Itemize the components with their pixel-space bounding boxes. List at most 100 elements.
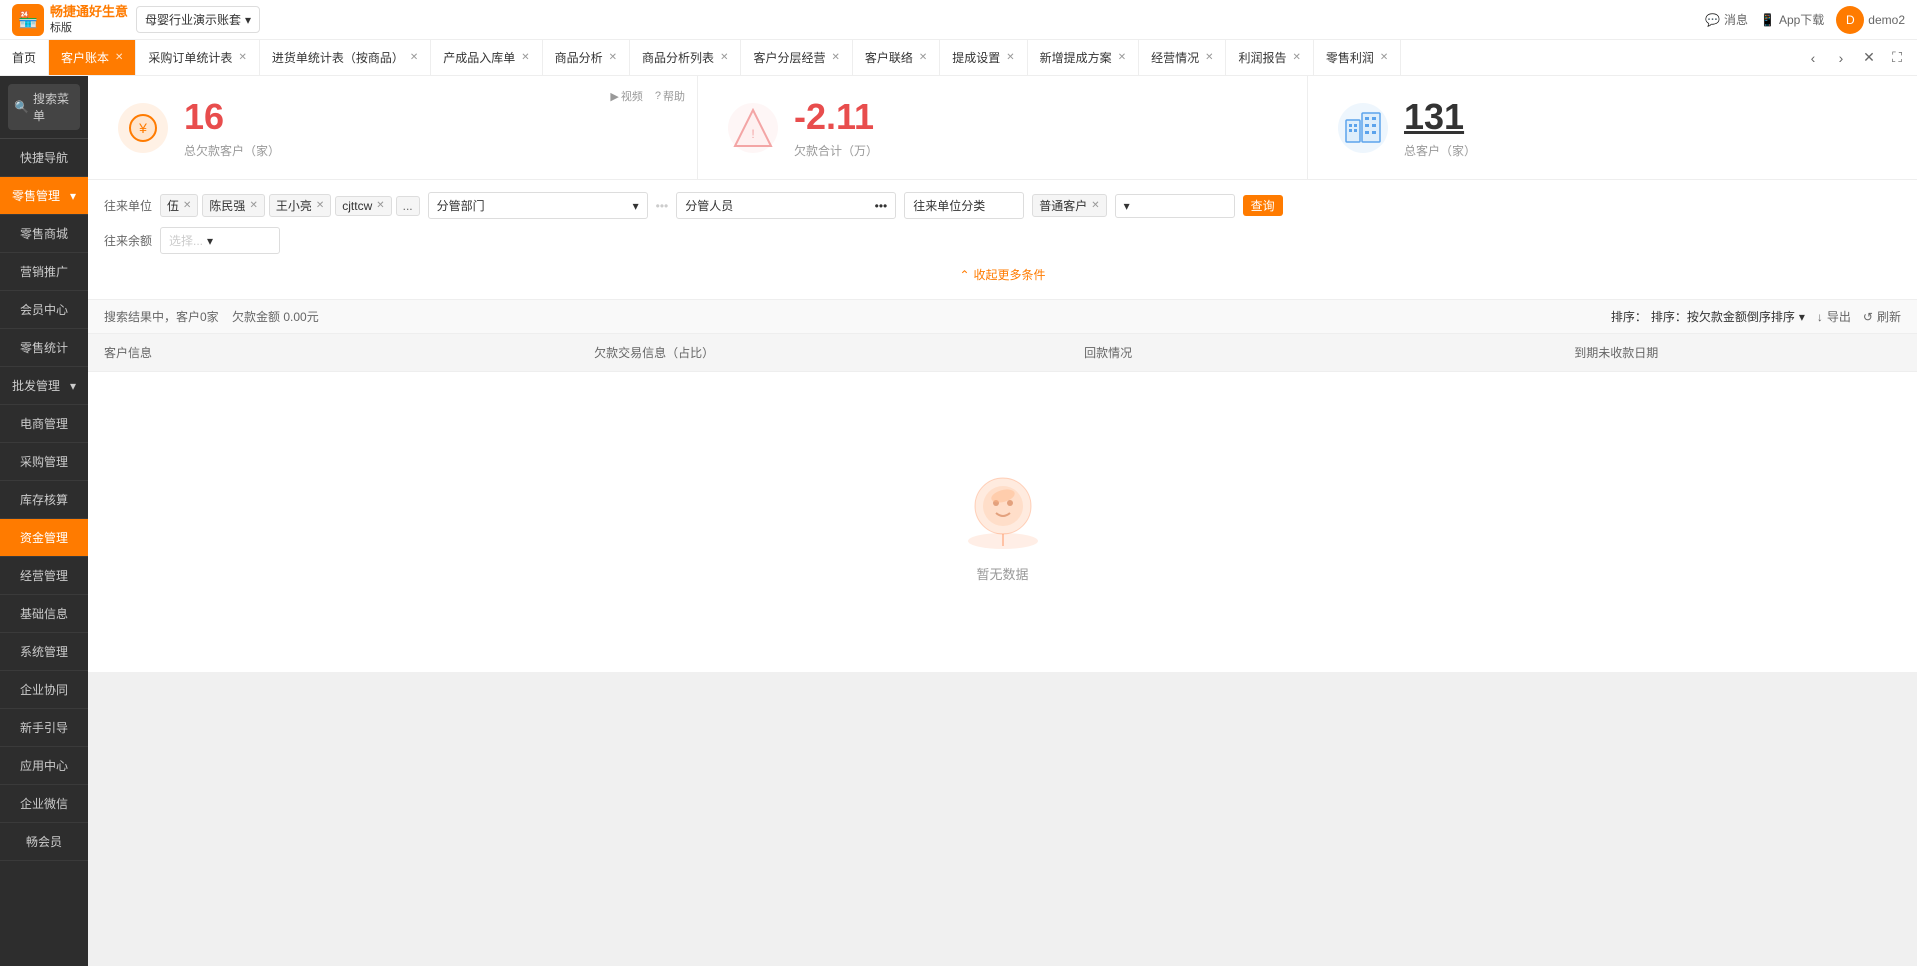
sidebar-item-wechat[interactable]: 企业微信 [0, 785, 88, 823]
result-bar-right: 排序： 排序：按欠款金额倒序排序 ▾ ↓ 导出 ↺ 刷新 [1611, 308, 1901, 325]
stat-text-2: -2.11 欠款合计（万） [794, 96, 878, 159]
search-button[interactable]: 查询 [1243, 195, 1283, 216]
sidebar-item-operations[interactable]: 经营管理 [0, 557, 88, 595]
close-icon[interactable]: ✕ [410, 52, 418, 63]
sidebar-item-retail[interactable]: 零售管理 ▾ [0, 177, 88, 215]
tag-wu-remove[interactable]: ✕ [183, 200, 191, 211]
store-selector[interactable]: 母婴行业演示账套 ▾ [136, 6, 260, 33]
tab-customer-contact[interactable]: 客户联络 ✕ [853, 40, 940, 76]
tag-cjt-remove[interactable]: ✕ [376, 200, 384, 211]
tab-purchase-order[interactable]: 采购订单统计表 ✕ [136, 40, 259, 76]
filter-area: 往来单位 伍 ✕ 陈民强 ✕ 王小亮 ✕ cjttcw [88, 180, 1917, 300]
tag-chen-label: 陈民强 [209, 197, 245, 214]
sidebar-item-wholesale[interactable]: 批发管理 ▾ [0, 367, 88, 405]
close-icon[interactable]: ✕ [831, 52, 839, 63]
sidebar-app-center-label: 应用中心 [20, 759, 68, 773]
sidebar-item-enterprise[interactable]: 企业协同 [0, 671, 88, 709]
sidebar-item-app-center[interactable]: 应用中心 [0, 747, 88, 785]
tab-goods-inbound[interactable]: 进货单统计表（按商品） ✕ [260, 40, 431, 76]
tag-chen-remove[interactable]: ✕ [249, 200, 257, 211]
app-download-btn[interactable]: 📱 App下载 [1760, 11, 1824, 28]
sidebar-retail-label: 零售管理 [12, 187, 60, 204]
stat-links-1: ▶ 视频 ? 帮助 [610, 88, 685, 104]
col-customer-info: 客户信息 [104, 344, 594, 361]
tab-customer-tier[interactable]: 客户分层经营 ✕ [741, 40, 852, 76]
tag-wu-label: 伍 [167, 197, 179, 214]
tab-goods-analysis[interactable]: 商品分析 ✕ [543, 40, 630, 76]
sidebar-item-member[interactable]: 会员中心 [0, 291, 88, 329]
top-bar-right: 💬 消息 📱 App下载 D demo2 [1705, 6, 1905, 34]
unit-type-filter[interactable]: 往来单位分类 [904, 192, 1024, 219]
close-icon[interactable]: ✕ [919, 52, 927, 63]
stat-icon-2: ! [728, 103, 778, 153]
sort-value: 排序：按欠款金额倒序排序 [1651, 308, 1795, 325]
sidebar-item-marketing[interactable]: 营销推广 [0, 253, 88, 291]
filter-tag-more[interactable]: ... [396, 196, 420, 216]
close-icon[interactable]: ✕ [609, 52, 617, 63]
sidebar-item-purchase[interactable]: 采购管理 [0, 443, 88, 481]
sidebar-item-retail-stats[interactable]: 零售统计 [0, 329, 88, 367]
logo-icon: 🏪 [12, 4, 44, 36]
prev-tabs-btn[interactable]: ‹ [1801, 46, 1825, 70]
nav-tabs-actions: ‹ › ✕ ⛶ [1801, 46, 1917, 70]
sidebar-ecommerce-label: 电商管理 [20, 417, 68, 431]
balance-select[interactable]: 选择... ▾ [160, 227, 280, 254]
tab-profit-report[interactable]: 利润报告 ✕ [1226, 40, 1313, 76]
unit-type-tag-label: 普通客户 [1039, 197, 1087, 214]
close-icon[interactable]: ✕ [720, 52, 728, 63]
sidebar: 🔍 搜索菜单 快捷导航 零售管理 ▾ 零售商城 营销推广 会员中心 零售统计 批… [0, 76, 88, 966]
tab-retail-profit[interactable]: 零售利润 ✕ [1314, 40, 1401, 76]
sidebar-item-ecommerce[interactable]: 电商管理 [0, 405, 88, 443]
close-all-tabs-btn[interactable]: ✕ [1857, 46, 1881, 70]
message-label: 消息 [1724, 11, 1748, 28]
close-icon[interactable]: ✕ [1293, 52, 1301, 63]
message-btn[interactable]: 💬 消息 [1705, 11, 1748, 28]
sidebar-item-newbie[interactable]: 新手引导 [0, 709, 88, 747]
close-icon[interactable]: ✕ [521, 52, 529, 63]
tab-goods-analysis-list[interactable]: 商品分析列表 ✕ [630, 40, 741, 76]
sort-select[interactable]: 排序： 排序：按欠款金额倒序排序 ▾ [1611, 308, 1805, 325]
sidebar-item-quick-nav[interactable]: 快捷导航 [0, 139, 88, 177]
person-filter[interactable]: 分管人员 ••• [676, 192, 896, 219]
dept-filter[interactable]: 分管部门 ▾ [428, 192, 648, 219]
tag-wang-remove[interactable]: ✕ [316, 200, 324, 211]
username: demo2 [1868, 13, 1905, 27]
filter-tag-wu: 伍 ✕ [160, 194, 198, 217]
sidebar-item-retail-mall[interactable]: 零售商城 [0, 215, 88, 253]
sidebar-item-inventory[interactable]: 库存核算 [0, 481, 88, 519]
export-btn[interactable]: ↓ 导出 [1817, 308, 1851, 325]
tab-commission-setting[interactable]: 提成设置 ✕ [940, 40, 1027, 76]
refresh-btn[interactable]: ↺ 刷新 [1863, 308, 1901, 325]
tab-customer-ledger[interactable]: 客户账本 ✕ [49, 40, 136, 76]
sidebar-item-finance[interactable]: 资金管理 [0, 519, 88, 557]
collapse-btn[interactable]: ⌃ 收起更多条件 [959, 266, 1045, 283]
close-icon[interactable]: ✕ [238, 52, 246, 63]
filter-row-2: 往来余额 选择... ▾ [104, 227, 1901, 254]
unit-type-tag-remove[interactable]: ✕ [1091, 200, 1099, 211]
video-link[interactable]: ▶ 视频 [610, 88, 642, 104]
maximize-btn[interactable]: ⛶ [1885, 46, 1909, 70]
tab-customer-ledger-close[interactable]: ✕ [115, 52, 123, 63]
close-icon[interactable]: ✕ [1118, 52, 1126, 63]
tab-home[interactable]: 首页 [0, 40, 49, 76]
next-tabs-btn[interactable]: › [1829, 46, 1853, 70]
sidebar-item-system[interactable]: 系统管理 [0, 633, 88, 671]
close-icon[interactable]: ✕ [1006, 52, 1014, 63]
table-body: 暂无数据 [88, 372, 1917, 672]
collapse-label: 收起更多条件 [974, 266, 1046, 283]
unit-type-dropdown[interactable]: ▾ [1115, 194, 1235, 218]
tab-new-commission[interactable]: 新增提成方案 ✕ [1028, 40, 1139, 76]
person-filter-label: 分管人员 [685, 197, 733, 214]
tab-product-inbound[interactable]: 产成品入库单 ✕ [431, 40, 542, 76]
tab-operations[interactable]: 经营情况 ✕ [1139, 40, 1226, 76]
user-menu[interactable]: D demo2 [1836, 6, 1905, 34]
sidebar-item-member2[interactable]: 畅会员 [0, 823, 88, 861]
close-icon[interactable]: ✕ [1205, 52, 1213, 63]
help-link[interactable]: ? 帮助 [655, 88, 685, 104]
stat-overdue-total: ! -2.11 欠款合计（万） [698, 76, 1308, 179]
sidebar-item-basic-info[interactable]: 基础信息 [0, 595, 88, 633]
close-icon[interactable]: ✕ [1380, 52, 1388, 63]
nav-tabs: 首页 客户账本 ✕ 采购订单统计表 ✕ 进货单统计表（按商品） ✕ 产成品入库单… [0, 40, 1917, 76]
search-menu-btn[interactable]: 🔍 搜索菜单 [8, 84, 80, 130]
download-icon: 📱 [1760, 13, 1775, 27]
